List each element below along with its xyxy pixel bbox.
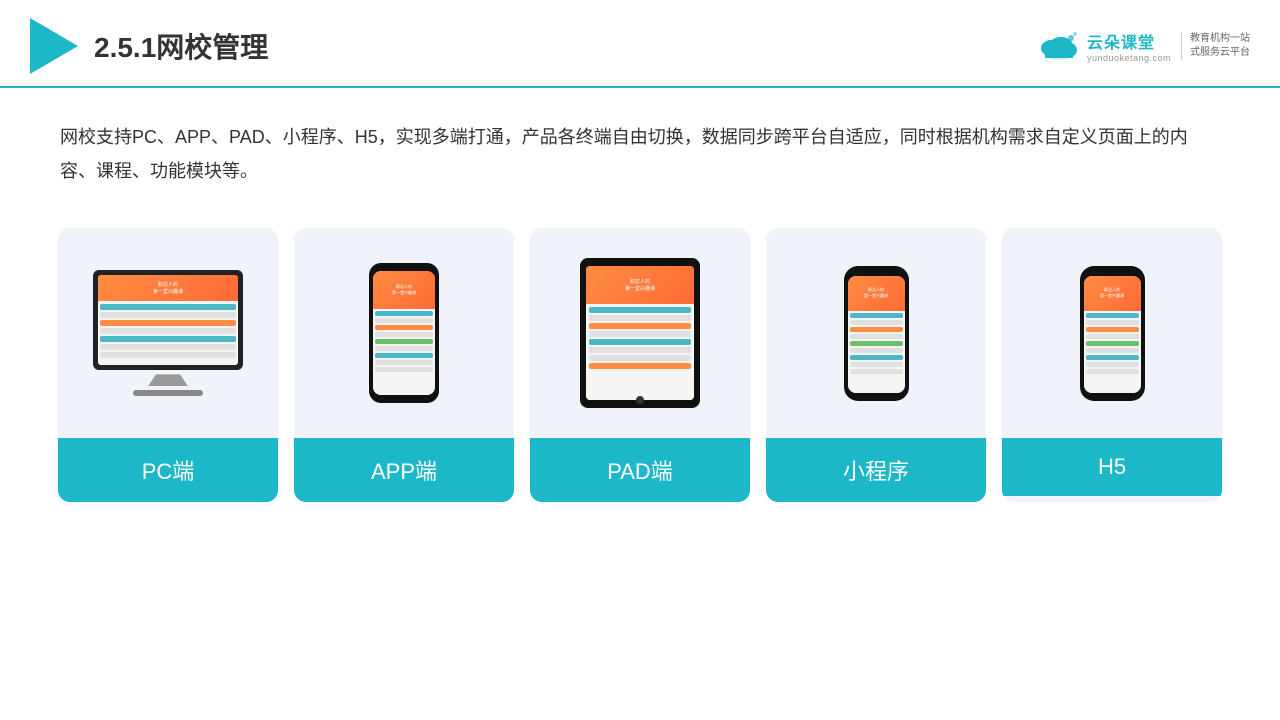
brand-logo: 云朵课堂 yunduoketang.com 教育机构一站 式服务云平台 bbox=[1037, 29, 1250, 63]
card-app-image: 职达人的第一堂兴趣课 bbox=[294, 228, 514, 438]
card-h5-image: 职达人的第一堂兴趣课 bbox=[1002, 228, 1222, 438]
device-h5-phone-icon: 职达人的第一堂兴趣课 bbox=[1080, 266, 1145, 401]
device-pc-icon: 职达人的第一堂兴趣课 bbox=[93, 270, 243, 396]
cloud-icon bbox=[1037, 30, 1081, 62]
card-pc: 职达人的第一堂兴趣课 bbox=[58, 228, 278, 502]
brand-name: 云朵课堂 bbox=[1087, 29, 1171, 53]
device-app-phone-icon: 职达人的第一堂兴趣课 bbox=[369, 263, 439, 403]
card-app-label: APP端 bbox=[294, 438, 514, 502]
header-left: 2.5.1网校管理 bbox=[30, 18, 268, 74]
card-pc-image: 职达人的第一堂兴趣课 bbox=[58, 228, 278, 438]
card-miniapp-label: 小程序 bbox=[766, 438, 986, 502]
card-miniapp-image: 职达人的第一堂兴趣课 bbox=[766, 228, 986, 438]
device-tablet-icon: 职达人的第一堂兴趣课 bbox=[580, 258, 700, 408]
brand-slogan-line2: 式服务云平台 bbox=[1190, 46, 1250, 60]
card-miniapp: 职达人的第一堂兴趣课 bbox=[766, 228, 986, 502]
brand-url: yunduoketang.com bbox=[1087, 53, 1171, 63]
header: 2.5.1网校管理 云朵课堂 yunduoketang.com 教育机构一站 bbox=[0, 0, 1280, 88]
brand-slogan-line1: 教育机构一站 bbox=[1190, 32, 1250, 46]
logo-triangle-icon bbox=[30, 18, 78, 74]
card-h5: 职达人的第一堂兴趣课 bbox=[1002, 228, 1222, 502]
cards-container: 职达人的第一堂兴趣课 bbox=[0, 198, 1280, 522]
card-pad-image: 职达人的第一堂兴趣课 bbox=[530, 228, 750, 438]
page-title: 2.5.1网校管理 bbox=[94, 26, 268, 66]
description: 网校支持PC、APP、PAD、小程序、H5，实现多端打通，产品各终端自由切换，数… bbox=[0, 88, 1280, 198]
device-miniapp-phone-icon: 职达人的第一堂兴趣课 bbox=[844, 266, 909, 401]
card-pad-label: PAD端 bbox=[530, 438, 750, 502]
card-pc-label: PC端 bbox=[58, 438, 278, 502]
card-app: 职达人的第一堂兴趣课 bbox=[294, 228, 514, 502]
brand-slogan-wrap: 教育机构一站 式服务云平台 bbox=[1181, 32, 1250, 60]
brand-text: 云朵课堂 yunduoketang.com bbox=[1087, 29, 1171, 63]
card-h5-label: H5 bbox=[1002, 438, 1222, 496]
card-pad: 职达人的第一堂兴趣课 PAD端 bbox=[530, 228, 750, 502]
description-text: 网校支持PC、APP、PAD、小程序、H5，实现多端打通，产品各终端自由切换，数… bbox=[60, 120, 1220, 188]
header-right: 云朵课堂 yunduoketang.com 教育机构一站 式服务云平台 bbox=[1037, 29, 1250, 63]
